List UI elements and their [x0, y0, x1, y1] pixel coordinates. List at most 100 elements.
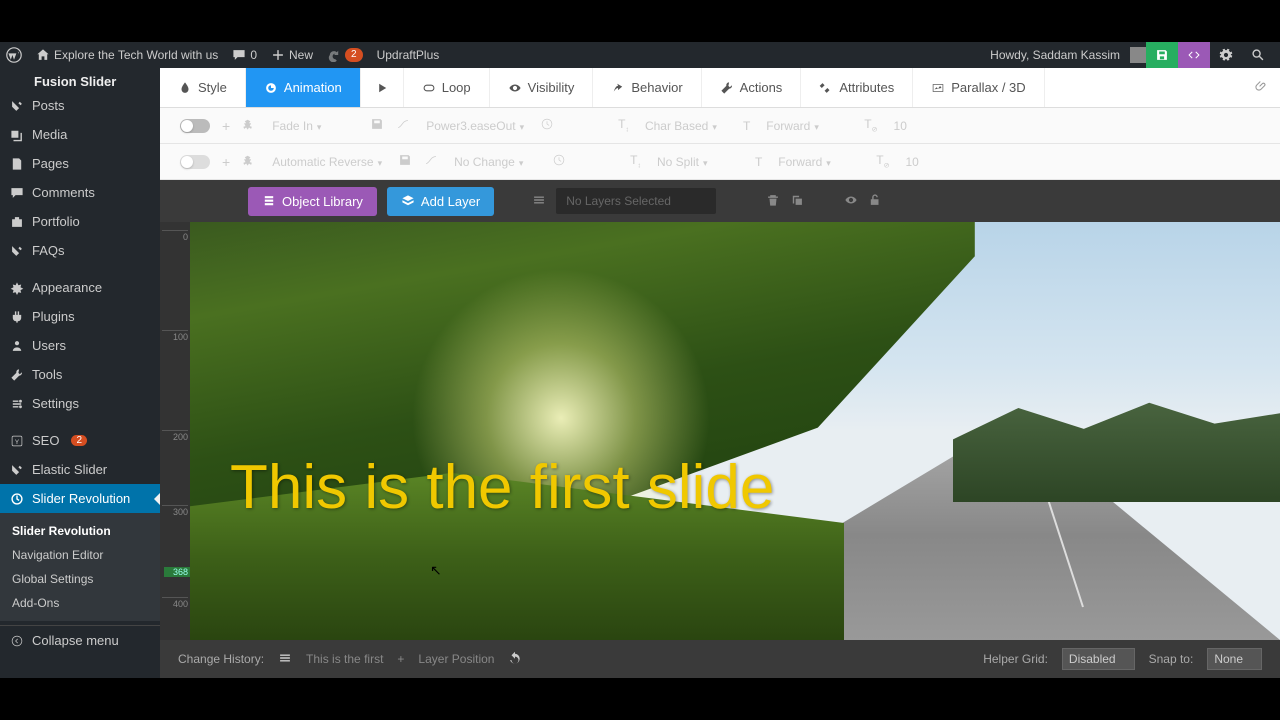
slide-background: [190, 222, 1280, 640]
vertical-ruler: 0 100 200 300 368 400: [160, 222, 190, 640]
submenu-revslider[interactable]: Slider Revolution: [0, 519, 160, 543]
snapto-label: Snap to:: [1149, 652, 1194, 666]
comments-link[interactable]: 0: [232, 48, 257, 62]
object-library-button[interactable]: Object Library: [248, 187, 377, 216]
collapse-menu[interactable]: Collapse menu: [0, 625, 160, 655]
split-select[interactable]: Char Based: [641, 119, 731, 133]
ease-icon: [396, 117, 410, 134]
add-icon[interactable]: +: [222, 118, 230, 134]
history-list-icon[interactable]: [278, 651, 292, 668]
add-icon[interactable]: +: [222, 154, 230, 170]
clock-icon: [540, 117, 554, 134]
anim-in-toggle[interactable]: [180, 119, 210, 133]
direction-select[interactable]: Forward: [762, 119, 852, 133]
sidebar-item-appearance[interactable]: Appearance: [0, 273, 160, 302]
slide-text-layer[interactable]: This is the first slide: [230, 452, 774, 523]
sidebar-item-portfolio[interactable]: Portfolio: [0, 207, 160, 236]
helpergrid-select[interactable]: Disabled: [1062, 648, 1135, 670]
sidebar-item-plugins[interactable]: Plugins: [0, 302, 160, 331]
tab-attributes[interactable]: Attributes: [801, 68, 913, 107]
sidebar-item-pages[interactable]: Pages: [0, 149, 160, 178]
clock-icon: [552, 153, 566, 170]
visibility-icon[interactable]: [844, 193, 858, 210]
sidebar-item-revslider[interactable]: Slider Revolution: [0, 484, 160, 513]
duplicate-icon[interactable]: [790, 193, 804, 210]
sidebar-item-faqs[interactable]: FAQs: [0, 236, 160, 265]
tab-animation[interactable]: Animation: [246, 68, 361, 107]
anim-out-row: + Automatic Reverse No Change T↕ No Spli…: [160, 144, 1280, 180]
tab-actions[interactable]: Actions: [702, 68, 802, 107]
run-icon: [242, 117, 256, 134]
submenu-naveditor[interactable]: Navigation Editor: [0, 543, 160, 567]
lock-icon[interactable]: [868, 193, 882, 210]
add-layer-button[interactable]: Add Layer: [387, 187, 494, 216]
anim-out-toggle[interactable]: [180, 155, 210, 169]
anim-in-row: + Fade In Power3.easeOut T↕ Char Based T…: [160, 108, 1280, 144]
tab-loop[interactable]: Loop: [404, 68, 490, 107]
delay-value[interactable]: 10: [902, 155, 992, 169]
slide-preview[interactable]: This is the first slide ↖: [190, 222, 1280, 640]
easing-select[interactable]: No Change: [450, 155, 540, 169]
avatar: [1130, 47, 1146, 63]
wp-logo-icon[interactable]: [6, 47, 22, 63]
undo-icon[interactable]: [508, 651, 522, 668]
slide-canvas: 0 100 200 300 368 400: [160, 222, 1280, 640]
updraft-link[interactable]: UpdraftPlus: [377, 48, 440, 62]
tab-play[interactable]: [361, 68, 404, 107]
site-link[interactable]: Explore the Tech World with us: [36, 48, 218, 62]
howdy-account[interactable]: Howdy, Saddam Kassim: [990, 47, 1146, 63]
text-icon: T↕: [618, 117, 629, 133]
add-position-icon[interactable]: +: [397, 652, 404, 666]
sidebar-item-media[interactable]: Media: [0, 120, 160, 149]
easing-select[interactable]: Power3.easeOut: [422, 119, 528, 133]
menu-icon[interactable]: [532, 193, 546, 210]
sidebar-item-users[interactable]: Users: [0, 331, 160, 360]
tab-behavior[interactable]: Behavior: [593, 68, 701, 107]
tab-parallax[interactable]: Parallax / 3D: [913, 68, 1044, 107]
editor-toolbar: Object Library Add Layer No Layers Selec…: [160, 180, 1280, 222]
delay-icon: T⊘: [876, 153, 889, 169]
submenu-addons[interactable]: Add-Ons: [0, 591, 160, 615]
transition-select[interactable]: Fade In: [268, 119, 358, 133]
cursor-icon: ↖: [430, 562, 442, 579]
layer-tabs: Style Animation Loop Visibility Behavior…: [160, 68, 1280, 108]
ruler-marker: 368: [164, 567, 190, 577]
search-icon[interactable]: [1242, 42, 1274, 68]
sidebar-item-elastic[interactable]: Elastic Slider: [0, 455, 160, 484]
text-dir-icon: T: [743, 119, 750, 133]
delete-icon[interactable]: [766, 193, 780, 210]
split-select[interactable]: No Split: [653, 155, 743, 169]
submenu-globalsettings[interactable]: Global Settings: [0, 567, 160, 591]
layer-selector[interactable]: No Layers Selected: [556, 188, 716, 214]
layer-position[interactable]: Layer Position: [418, 652, 494, 666]
history-label: Change History:: [178, 652, 264, 666]
new-link[interactable]: New: [271, 48, 313, 62]
wp-admin-bar: Explore the Tech World with us 0 New 2 U…: [0, 42, 1280, 68]
history-item[interactable]: This is the first: [306, 652, 383, 666]
save-button[interactable]: [1146, 42, 1178, 68]
text-dir-icon: T: [755, 155, 762, 169]
settings-icon[interactable]: [1210, 42, 1242, 68]
run-icon: [242, 153, 256, 170]
text-icon: T↕: [630, 153, 641, 169]
tab-style[interactable]: Style: [160, 68, 246, 107]
tab-visibility[interactable]: Visibility: [490, 68, 594, 107]
sidebar-item-settings[interactable]: Settings: [0, 389, 160, 418]
sidebar-item-fusion[interactable]: Fusion Slider: [0, 68, 160, 91]
sidebar-item-tools[interactable]: Tools: [0, 360, 160, 389]
sidebar-item-comments[interactable]: Comments: [0, 178, 160, 207]
updates-link[interactable]: 2: [327, 48, 363, 62]
snapto-select[interactable]: None: [1207, 648, 1262, 670]
save-icon[interactable]: [398, 153, 412, 170]
delay-value[interactable]: 10: [890, 119, 980, 133]
direction-select[interactable]: Forward: [774, 155, 864, 169]
sidebar-item-posts[interactable]: Posts: [0, 91, 160, 120]
admin-sidebar: Fusion Slider Posts Media Pages Comments…: [0, 68, 160, 678]
ease-icon: [424, 153, 438, 170]
code-button[interactable]: [1178, 42, 1210, 68]
attachment-icon[interactable]: [1242, 78, 1280, 97]
save-icon[interactable]: [370, 117, 384, 134]
sidebar-item-seo[interactable]: YSEO2: [0, 426, 160, 455]
helpergrid-label: Helper Grid:: [983, 652, 1048, 666]
transition-select[interactable]: Automatic Reverse: [268, 155, 386, 169]
